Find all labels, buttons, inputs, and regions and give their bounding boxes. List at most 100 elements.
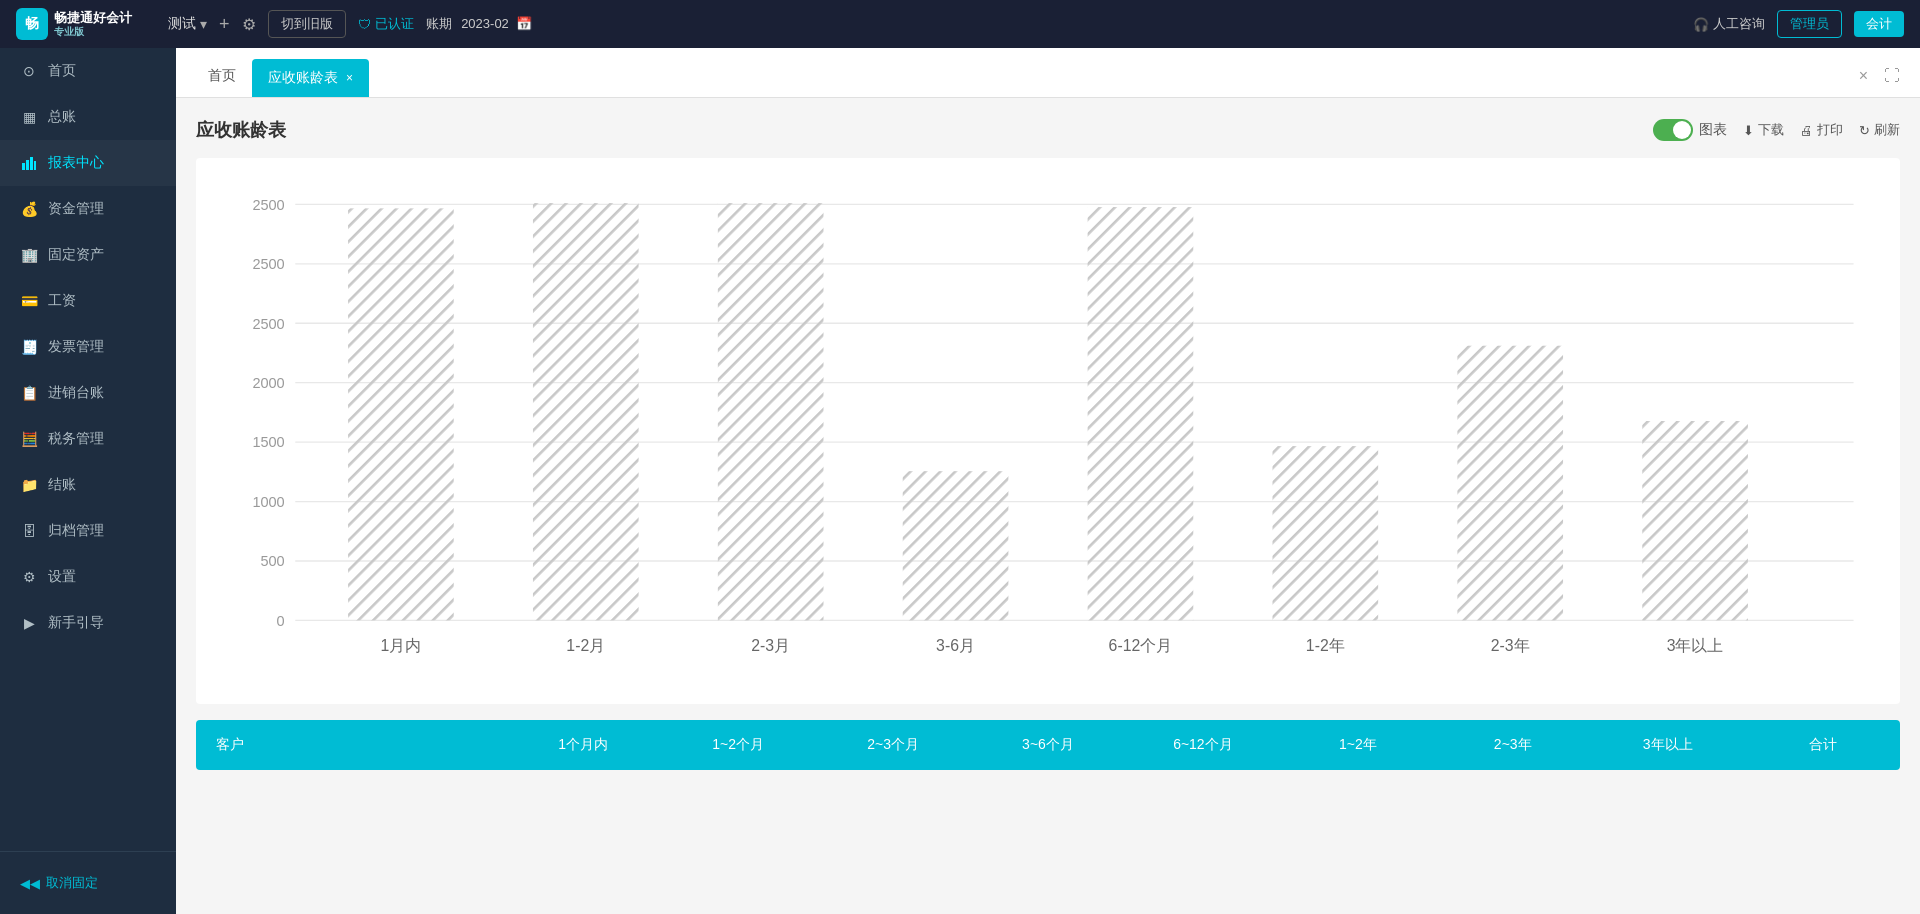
tab-receivable[interactable]: 应收账龄表 × <box>252 59 369 97</box>
assets-icon: 🏢 <box>20 246 38 264</box>
bar-4 <box>903 471 1009 620</box>
sidebar-item-ledger[interactable]: ▦ 总账 <box>0 94 176 140</box>
sidebar-item-salary[interactable]: 💳 工资 <box>0 278 176 324</box>
svg-text:3-6月: 3-6月 <box>936 637 975 654</box>
sidebar-item-reports[interactable]: 报表中心 <box>0 140 176 186</box>
svg-text:1-2月: 1-2月 <box>566 637 605 654</box>
svg-rect-2 <box>30 157 33 170</box>
sidebar-item-label: 税务管理 <box>48 430 104 448</box>
logo-icon: 畅 <box>16 8 48 40</box>
archive-icon: 🗄 <box>20 522 38 540</box>
bar-8 <box>1642 421 1748 620</box>
tax-icon: 🧮 <box>20 430 38 448</box>
sidebar-item-tax[interactable]: 🧮 税务管理 <box>0 416 176 462</box>
sidebar-item-label: 进销台账 <box>48 384 104 402</box>
bar-5 <box>1088 207 1194 620</box>
settings-icon[interactable]: ⚙ <box>242 15 256 34</box>
page-content: 应收账龄表 图表 ⬇ 下载 🖨 打印 <box>176 98 1920 914</box>
sidebar-item-finance[interactable]: 💰 资金管理 <box>0 186 176 232</box>
col-1-2y: 1~2年 <box>1280 720 1435 770</box>
sidebar-item-assets[interactable]: 🏢 固定资产 <box>0 232 176 278</box>
col-2-3y: 2~3年 <box>1435 720 1590 770</box>
refresh-icon: ↻ <box>1859 123 1870 138</box>
add-button[interactable]: + <box>219 14 230 35</box>
svg-text:1500: 1500 <box>252 434 284 450</box>
chart-container: 2500 2500 2500 2000 1500 1000 500 0 <box>196 158 1900 704</box>
sidebar-item-home[interactable]: ⊙ 首页 <box>0 48 176 94</box>
print-icon: 🖨 <box>1800 123 1813 138</box>
data-table: 客户 1个月内 1~2个月 2~3个月 3~6个月 6~12个月 1~2年 2~… <box>196 720 1900 770</box>
col-1-2m: 1~2个月 <box>661 720 816 770</box>
sidebar-item-label: 首页 <box>48 62 76 80</box>
svg-rect-1 <box>26 160 29 170</box>
sidebar-item-label: 结账 <box>48 476 76 494</box>
expand-window-btn[interactable]: ⛶ <box>1880 63 1904 89</box>
certified-badge: 🛡 已认证 <box>358 15 414 33</box>
role-btn[interactable]: 会计 <box>1854 11 1904 37</box>
sidebar-item-label: 固定资产 <box>48 246 104 264</box>
svg-text:500: 500 <box>260 553 284 569</box>
topbar: 畅 畅捷通好会计 专业版 测试 ▾ + ⚙ 切到旧版 🛡 已认证 账期 2023… <box>0 0 1920 48</box>
content-area: 首页 应收账龄表 × × ⛶ 应收账龄表 <box>176 48 1920 914</box>
sidebar-item-label: 归档管理 <box>48 522 104 540</box>
headset-icon: 🎧 <box>1693 17 1709 32</box>
chart-toggle-label: 图表 <box>1699 121 1727 139</box>
table-header: 客户 1个月内 1~2个月 2~3个月 3~6个月 6~12个月 1~2年 2~… <box>196 720 1900 770</box>
svg-rect-3 <box>34 161 36 170</box>
bar-1 <box>348 208 454 620</box>
chart-toggle-wrap: 图表 <box>1653 119 1727 141</box>
page-toolbar: 图表 ⬇ 下载 🖨 打印 ↻ 刷新 <box>1653 119 1900 141</box>
main-layout: ⊙ 首页 ▦ 总账 报表中心 💰 <box>0 48 1920 914</box>
col-3-6m: 3~6个月 <box>971 720 1126 770</box>
sidebar-item-label: 发票管理 <box>48 338 104 356</box>
project-selector[interactable]: 测试 ▾ <box>168 15 207 33</box>
sidebar-item-archive[interactable]: 🗄 归档管理 <box>0 508 176 554</box>
svg-text:2500: 2500 <box>252 256 284 272</box>
sidebar-item-settings[interactable]: ⚙ 设置 <box>0 554 176 600</box>
bar-7 <box>1457 346 1563 621</box>
svg-text:3年以上: 3年以上 <box>1667 637 1724 654</box>
chart-toggle[interactable] <box>1653 119 1693 141</box>
download-btn[interactable]: ⬇ 下载 <box>1743 121 1784 139</box>
svg-text:2-3年: 2-3年 <box>1491 637 1530 654</box>
ledger-icon: ▦ <box>20 108 38 126</box>
col-customer: 客户 <box>196 720 506 770</box>
tab-actions: × ⛶ <box>1855 63 1904 97</box>
reports-icon <box>20 154 38 172</box>
col-3y-plus: 3年以上 <box>1590 720 1745 770</box>
sidebar-item-invoice[interactable]: 🧾 发票管理 <box>0 324 176 370</box>
logo: 畅 畅捷通好会计 专业版 <box>16 8 156 40</box>
svg-text:2500: 2500 <box>252 316 284 332</box>
pin-btn[interactable]: ◀◀ 取消固定 <box>0 864 176 902</box>
sidebar-item-guide[interactable]: ▶ 新手引导 <box>0 600 176 646</box>
download-icon: ⬇ <box>1743 123 1754 138</box>
sidebar-item-close-period[interactable]: 📁 结账 <box>0 462 176 508</box>
page-title: 应收账龄表 <box>196 118 286 142</box>
sidebar: ⊙ 首页 ▦ 总账 报表中心 💰 <box>0 48 176 914</box>
tab-close-icon[interactable]: × <box>346 71 353 85</box>
col-1m: 1个月内 <box>506 720 661 770</box>
sidebar-item-label: 资金管理 <box>48 200 104 218</box>
tab-home[interactable]: 首页 <box>192 57 252 97</box>
sidebar-item-label: 新手引导 <box>48 614 104 632</box>
shield-icon: 🛡 <box>358 17 371 32</box>
logo-sub: 专业版 <box>54 26 132 38</box>
switch-old-btn[interactable]: 切到旧版 <box>268 10 346 38</box>
close-window-btn[interactable]: × <box>1855 63 1872 89</box>
sidebar-item-label: 工资 <box>48 292 76 310</box>
svg-text:2000: 2000 <box>252 375 284 391</box>
tab-bar: 首页 应收账龄表 × × ⛶ <box>176 48 1920 98</box>
bar-6 <box>1273 446 1379 620</box>
help-btn[interactable]: 🎧 人工咨询 <box>1693 15 1765 33</box>
sidebar-item-inventory[interactable]: 📋 进销台账 <box>0 370 176 416</box>
print-btn[interactable]: 🖨 打印 <box>1800 121 1843 139</box>
refresh-btn[interactable]: ↻ 刷新 <box>1859 121 1900 139</box>
calendar-icon[interactable]: 📅 <box>516 16 532 31</box>
svg-text:1000: 1000 <box>252 494 284 510</box>
close-period-icon: 📁 <box>20 476 38 494</box>
manager-btn[interactable]: 管理员 <box>1777 10 1842 38</box>
svg-text:2500: 2500 <box>252 197 284 213</box>
col-2-3m: 2~3个月 <box>816 720 971 770</box>
period-display: 账期 2023-02 📅 <box>426 15 533 33</box>
inventory-icon: 📋 <box>20 384 38 402</box>
